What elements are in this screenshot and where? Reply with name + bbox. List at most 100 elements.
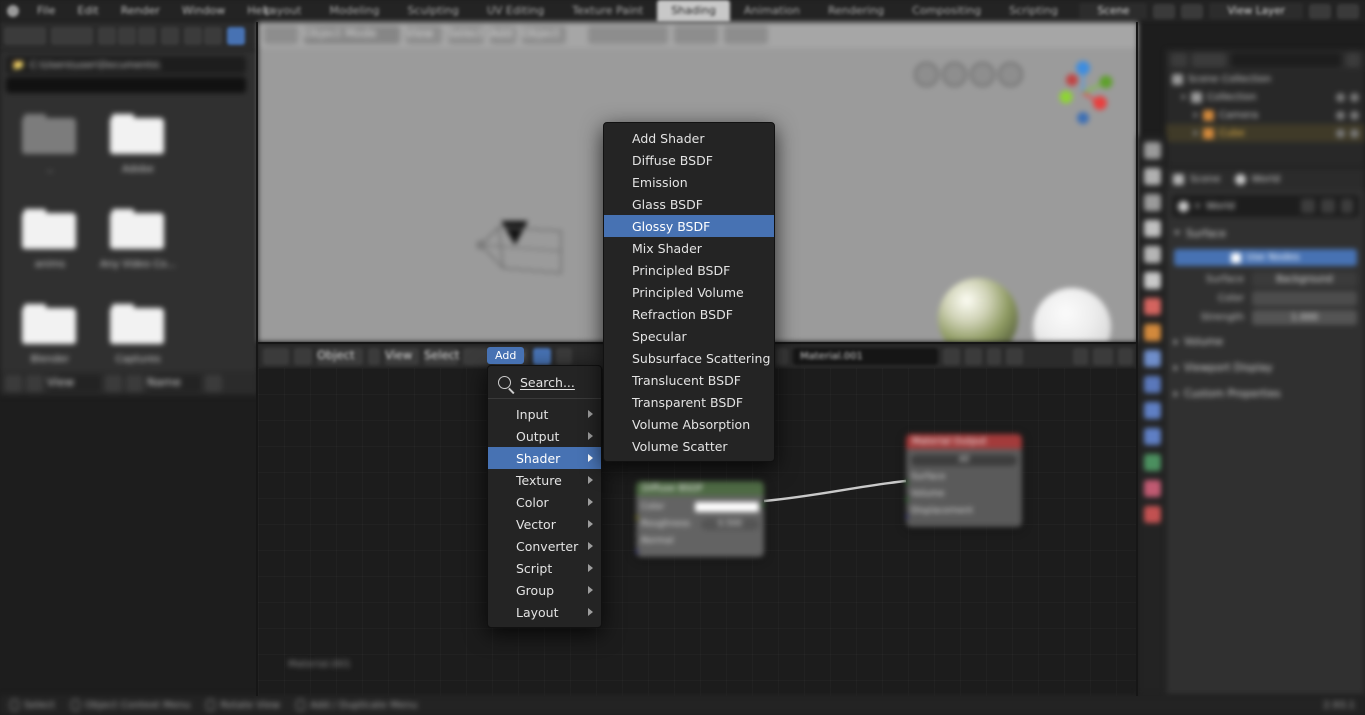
shading-wireframe-button[interactable] [914,62,939,87]
node-body[interactable]: Color Roughness 0.500 Normal [636,496,764,557]
use-nodes-button[interactable]: Use Nodes [1174,249,1357,266]
scene-selector[interactable]: Scene [1079,3,1148,19]
breadcrumb-scene[interactable]: Scene [1190,174,1221,185]
tab-rendering[interactable]: Rendering [814,0,898,22]
snapping-toggle[interactable] [674,26,718,44]
node-input-volume[interactable]: Volume [911,487,1017,501]
add-menu-item-texture[interactable]: Texture [488,469,601,491]
editor-type-outliner-icon[interactable] [1171,53,1187,67]
outliner-header[interactable] [1166,50,1365,70]
properties-tab-output[interactable] [1143,194,1161,211]
properties-tab-tool[interactable] [1143,142,1161,159]
editor-type-filebrowser-icon[interactable] [4,27,46,45]
shader-type-dropdown[interactable]: Object [317,347,363,365]
node-input-color[interactable]: Color [641,500,759,514]
viewport-menu-select[interactable]: Select [448,26,484,44]
tab-scripting[interactable]: Scripting [995,0,1072,22]
properties-tab-scene[interactable] [1143,246,1161,263]
properties-editor[interactable]: Scene World ▾ World Surface Use Nodes Su… [1166,168,1365,696]
filter-files-button[interactable] [184,27,202,45]
sort-field[interactable]: Name [147,374,201,392]
panel-custom-properties[interactable]: Custom Properties [1166,385,1365,403]
overlay-toggle-button[interactable] [1093,347,1113,365]
panel-viewport-display[interactable]: Viewport Display [1166,359,1365,377]
unlink-material-button[interactable] [987,347,1001,365]
display-horizontal-list-button[interactable] [118,27,136,45]
shader-submenu[interactable]: Add Shader Diffuse BSDF Emission Glass B… [603,122,775,462]
shader-item-specular[interactable]: Specular [604,325,774,347]
sort-button[interactable] [161,27,179,45]
tab-modeling[interactable]: Modeling [315,0,393,22]
file-item[interactable]: .. [6,102,94,197]
new-scene-button[interactable] [1153,3,1176,19]
node-target-value[interactable]: All [911,454,1017,466]
file-item[interactable]: Any Video Co... [94,197,182,292]
new-view-layer-button[interactable] [1309,3,1331,19]
world-name-field[interactable]: World [1206,201,1295,212]
properties-breadcrumb[interactable]: Scene World [1166,168,1365,190]
panel-surface[interactable]: Surface Use Nodes Surface Background Col… [1166,225,1365,325]
properties-tab-object-constraints[interactable] [1143,428,1161,445]
add-menu-item-layout[interactable]: Layout [488,601,601,623]
breadcrumb-world[interactable]: World [1252,174,1281,185]
properties-tab-render[interactable] [1143,168,1161,185]
object-mode-dropdown[interactable]: Object Mode [304,26,400,44]
chevron-right-icon[interactable] [1194,130,1198,136]
panel-viewport-display-header[interactable]: Viewport Display [1166,359,1365,377]
node-menu-add[interactable]: Add [487,347,525,364]
node-menu-select[interactable]: Select [424,347,459,365]
file-browser[interactable]: 📁 C:\Users\user\Documents\ .. Adobe anim… [0,50,258,395]
chevron-right-icon[interactable] [1194,112,1198,118]
view-menu-button[interactable] [51,27,93,45]
panel-custom-properties-header[interactable]: Custom Properties [1166,385,1365,403]
field-value[interactable]: 1.000 [1252,310,1357,325]
add-menu-item-group[interactable]: Group [488,579,601,601]
file-browser-header[interactable] [0,22,258,50]
shading-solid-button[interactable] [942,62,967,87]
properties-tab-particles[interactable] [1143,350,1161,367]
snap-node-button[interactable] [1073,347,1088,365]
shader-item-glossy-bsdf[interactable]: Glossy BSDF [604,215,774,237]
add-menu-item-converter[interactable]: Converter [488,535,601,557]
shader-item-refraction-bsdf[interactable]: Refraction BSDF [604,303,774,325]
node-diffuse-bsdf[interactable]: Diffuse BSDF Color Roughness 0.500 Norma… [636,481,764,557]
visibility-toggles[interactable] [1336,92,1365,102]
proportional-editing-toggle[interactable] [724,26,768,44]
menu-file[interactable]: File [26,0,66,22]
workspace-tabs[interactable]: Layout Modeling Sculpting UV Editing Tex… [250,0,1072,22]
shader-item-volume-absorption[interactable]: Volume Absorption [604,413,774,435]
filter-icon[interactable] [1346,53,1360,67]
file-item[interactable]: Adobe [94,102,182,197]
shader-item-mix-shader[interactable]: Mix Shader [604,237,774,259]
properties-tab-constraints[interactable] [1143,402,1161,419]
add-menu-item-input[interactable]: Input [488,403,601,425]
display-mode-field[interactable]: View [47,374,101,392]
navigation-gizmo[interactable] [1048,58,1118,128]
delete-button[interactable] [105,374,122,392]
node-input-value[interactable]: 0.500 [701,518,759,530]
shader-item-add-shader[interactable]: Add Shader [604,127,774,149]
node-input-normal[interactable]: Normal [641,534,759,548]
add-menu-item-output[interactable]: Output [488,425,601,447]
properties-tab-object[interactable] [1143,298,1161,315]
node-input-displacement[interactable]: Displacement [911,504,1017,518]
shader-item-diffuse-bsdf[interactable]: Diffuse BSDF [604,149,774,171]
transform-orientation-dropdown[interactable] [588,26,668,44]
outliner-row-scene-collection[interactable]: Scene Collection [1166,70,1365,88]
node-input-roughness[interactable]: Roughness 0.500 [641,517,759,531]
tab-shading[interactable]: Shading [657,0,730,22]
add-menu-item-color[interactable]: Color [488,491,601,513]
top-bar-scene-controls[interactable]: Scene View Layer [1079,0,1359,22]
display-mode-group[interactable] [98,27,156,45]
refresh-button[interactable] [126,374,143,392]
outliner-row-collection[interactable]: Collection [1166,88,1365,106]
visibility-toggles[interactable] [1336,110,1365,120]
outliner-row-camera[interactable]: Camera [1166,106,1365,124]
viewport-menu-view[interactable]: View [406,26,442,44]
field-value[interactable]: Background [1252,272,1357,287]
splitter-right[interactable] [1136,22,1138,696]
forward-button[interactable] [26,374,43,392]
menu-render[interactable]: Render [110,0,171,22]
tab-compositing[interactable]: Compositing [898,0,995,22]
shader-item-principled-volume[interactable]: Principled Volume [604,281,774,303]
